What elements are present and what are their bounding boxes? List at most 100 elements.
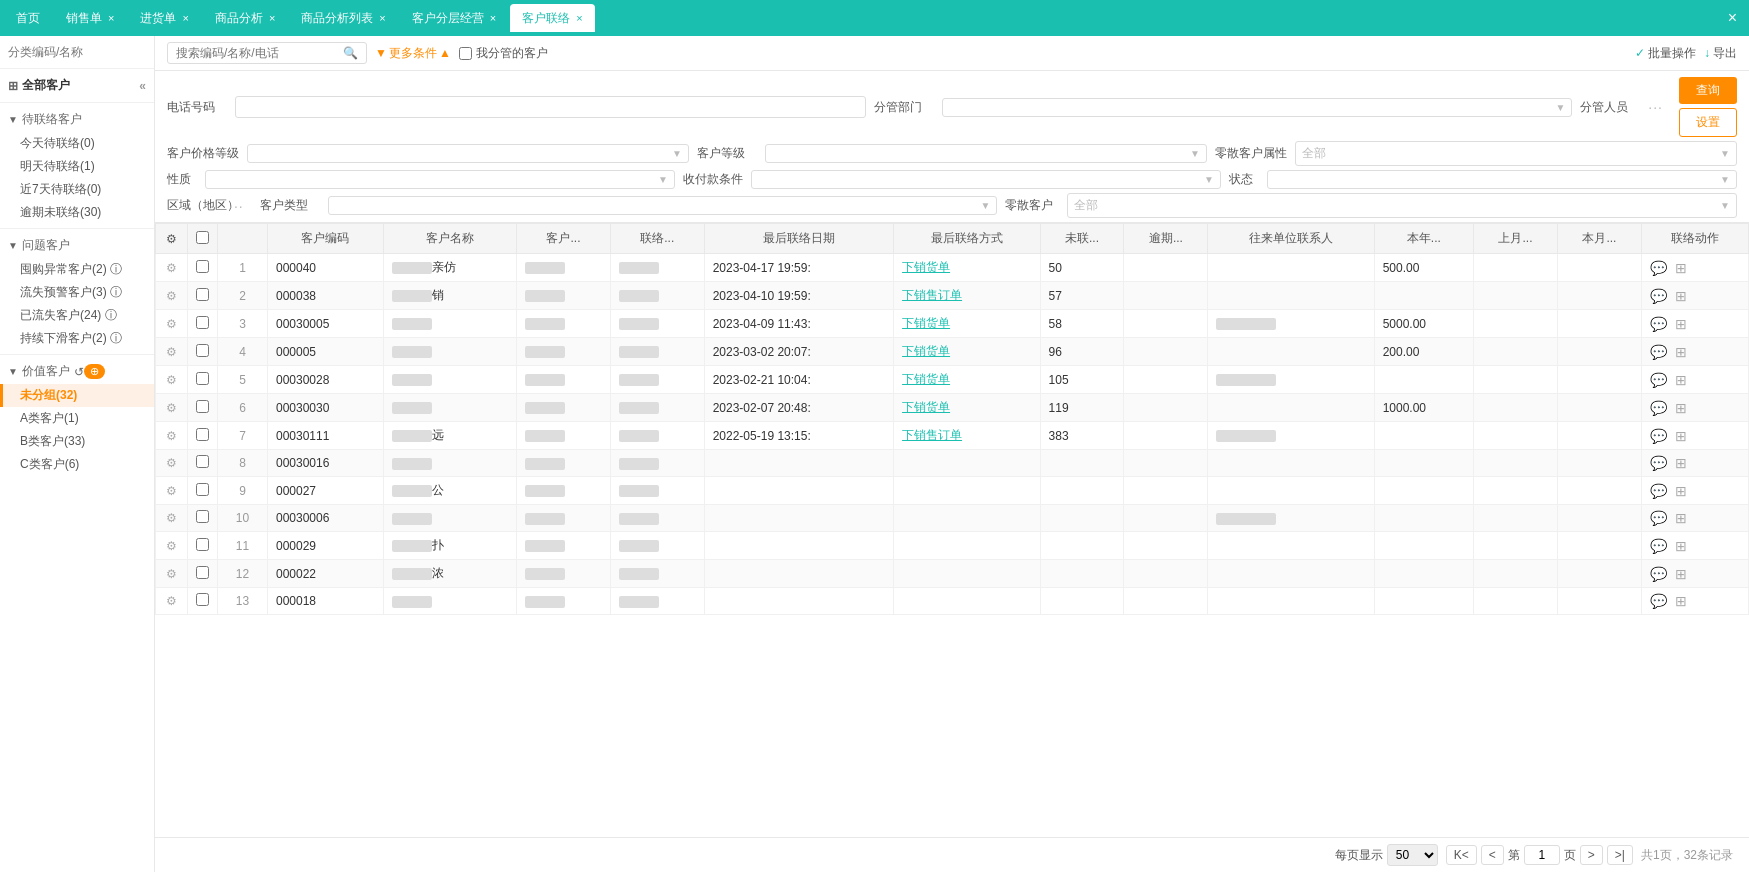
sidebar-search-input[interactable]	[8, 45, 155, 59]
phone-input[interactable]	[235, 96, 866, 118]
col-settings[interactable]: ⚙	[156, 224, 188, 254]
row-message-icon[interactable]: 💬	[1650, 288, 1667, 304]
export-btn[interactable]: ↓ 导出	[1704, 45, 1737, 62]
sidebar-item-tomorrow[interactable]: 明天待联络(1)	[0, 155, 154, 178]
nature-select[interactable]: ▼	[205, 170, 675, 189]
row-message-icon[interactable]: 💬	[1650, 510, 1667, 526]
row-checkbox-cell[interactable]	[188, 422, 218, 450]
row-settings[interactable]: ⚙	[156, 532, 188, 560]
row-grid-icon[interactable]: ⊞	[1675, 288, 1687, 304]
tab-product-analysis-list-close[interactable]: ×	[379, 12, 385, 24]
tab-product-analysis[interactable]: 商品分析 ×	[203, 4, 287, 32]
filter-search-input[interactable]	[176, 46, 339, 60]
row-grid-icon[interactable]: ⊞	[1675, 316, 1687, 332]
prev-page-btn[interactable]: <	[1481, 845, 1504, 865]
col-name[interactable]: 客户名称	[383, 224, 516, 254]
row-settings[interactable]: ⚙	[156, 505, 188, 532]
col-last-contact-date[interactable]: 最后联络日期	[704, 224, 893, 254]
row-checkbox[interactable]	[196, 428, 209, 441]
col-contact[interactable]: 联络...	[610, 224, 704, 254]
row-grid-icon[interactable]: ⊞	[1675, 538, 1687, 554]
page-number-input[interactable]	[1524, 845, 1560, 865]
row-message-icon[interactable]: 💬	[1650, 593, 1667, 609]
row-message-icon[interactable]: 💬	[1650, 455, 1667, 471]
tab-purchase[interactable]: 进货单 ×	[128, 4, 200, 32]
row-settings[interactable]: ⚙	[156, 422, 188, 450]
page-size-dropdown[interactable]: 50 100 200	[1387, 844, 1438, 866]
row-checkbox[interactable]	[196, 510, 209, 523]
tab-customer-segment-close[interactable]: ×	[490, 12, 496, 24]
price-level-select[interactable]: ▼	[247, 144, 689, 163]
row-checkbox[interactable]	[196, 593, 209, 606]
my-customers-checkbox-label[interactable]: 我分管的客户	[459, 45, 548, 62]
row-message-icon[interactable]: 💬	[1650, 372, 1667, 388]
sidebar-item-ungroup[interactable]: 未分组(32)	[0, 384, 154, 407]
sidebar-item-abnormal[interactable]: 囤购异常客户(2) ⓘ	[0, 258, 154, 281]
row-message-icon[interactable]: 💬	[1650, 260, 1667, 276]
row-grid-icon[interactable]: ⊞	[1675, 344, 1687, 360]
tab-product-analysis-close[interactable]: ×	[269, 12, 275, 24]
tab-customer-segment[interactable]: 客户分层经营 ×	[400, 4, 508, 32]
row-grid-icon[interactable]: ⊞	[1675, 510, 1687, 526]
row-message-icon[interactable]: 💬	[1650, 428, 1667, 444]
sidebar-section-value[interactable]: ▼ 价值客户 ↺ ⊕	[0, 359, 154, 384]
query-btn[interactable]: 查询	[1679, 77, 1737, 104]
col-unit-contact[interactable]: 往来单位联系人	[1208, 224, 1374, 254]
tab-sales-close[interactable]: ×	[108, 12, 114, 24]
row-settings[interactable]: ⚙	[156, 282, 188, 310]
refresh-icon[interactable]: ↺	[74, 365, 84, 379]
sidebar-item-churned[interactable]: 已流失客户(24) ⓘ	[0, 304, 154, 327]
row-checkbox-cell[interactable]	[188, 282, 218, 310]
sidebar-item-overdue[interactable]: 逾期未联络(30)	[0, 201, 154, 224]
customer-level-select[interactable]: ▼	[765, 144, 1207, 163]
col-last-contact-method[interactable]: 最后联络方式	[894, 224, 1040, 254]
col-last-month[interactable]: 上月...	[1474, 224, 1558, 254]
col-category[interactable]: 客户...	[517, 224, 611, 254]
row-checkbox[interactable]	[196, 260, 209, 273]
row-checkbox-cell[interactable]	[188, 366, 218, 394]
row-message-icon[interactable]: 💬	[1650, 538, 1667, 554]
row-checkbox[interactable]	[196, 566, 209, 579]
row-message-icon[interactable]: 💬	[1650, 316, 1667, 332]
sidebar-item-week[interactable]: 近7天待联络(0)	[0, 178, 154, 201]
row-grid-icon[interactable]: ⊞	[1675, 372, 1687, 388]
row-settings[interactable]: ⚙	[156, 477, 188, 505]
col-this-year[interactable]: 本年...	[1374, 224, 1473, 254]
row-last-contact-method[interactable]: 下销售订单	[894, 282, 1040, 310]
row-grid-icon[interactable]: ⊞	[1675, 455, 1687, 471]
row-last-contact-method[interactable]: 下销货单	[894, 338, 1040, 366]
retail-attr-select[interactable]: 全部▼	[1295, 141, 1737, 166]
status-select[interactable]: ▼	[1267, 170, 1737, 189]
row-settings[interactable]: ⚙	[156, 560, 188, 588]
row-checkbox-cell[interactable]	[188, 505, 218, 532]
row-grid-icon[interactable]: ⊞	[1675, 566, 1687, 582]
row-checkbox-cell[interactable]	[188, 394, 218, 422]
row-checkbox[interactable]	[196, 288, 209, 301]
tab-customer-contact[interactable]: 客户联络 ×	[510, 4, 594, 32]
row-checkbox-cell[interactable]	[188, 450, 218, 477]
next-page-btn[interactable]: >	[1580, 845, 1603, 865]
col-this-month[interactable]: 本月...	[1557, 224, 1641, 254]
payment-select[interactable]: ▼	[751, 170, 1221, 189]
row-settings[interactable]: ⚙	[156, 394, 188, 422]
sidebar-item-class-c[interactable]: C类客户(6)	[0, 453, 154, 476]
row-message-icon[interactable]: 💬	[1650, 400, 1667, 416]
sidebar-item-declining[interactable]: 持续下滑客户(2) ⓘ	[0, 327, 154, 350]
row-last-contact-method[interactable]: 下销货单	[894, 310, 1040, 338]
row-settings[interactable]: ⚙	[156, 254, 188, 282]
tab-customer-contact-close[interactable]: ×	[576, 12, 582, 24]
sidebar-item-today[interactable]: 今天待联络(0)	[0, 132, 154, 155]
row-grid-icon[interactable]: ⊞	[1675, 428, 1687, 444]
tab-home[interactable]: 首页	[4, 4, 52, 32]
filter-search-icon[interactable]: 🔍	[343, 46, 358, 60]
row-grid-icon[interactable]: ⊞	[1675, 593, 1687, 609]
my-customers-checkbox[interactable]	[459, 47, 472, 60]
row-grid-icon[interactable]: ⊞	[1675, 400, 1687, 416]
row-settings[interactable]: ⚙	[156, 338, 188, 366]
row-message-icon[interactable]: 💬	[1650, 483, 1667, 499]
row-checkbox[interactable]	[196, 400, 209, 413]
row-settings[interactable]: ⚙	[156, 310, 188, 338]
phone-field[interactable]	[242, 100, 859, 114]
row-checkbox-cell[interactable]	[188, 254, 218, 282]
row-last-contact-method[interactable]: 下销货单	[894, 366, 1040, 394]
